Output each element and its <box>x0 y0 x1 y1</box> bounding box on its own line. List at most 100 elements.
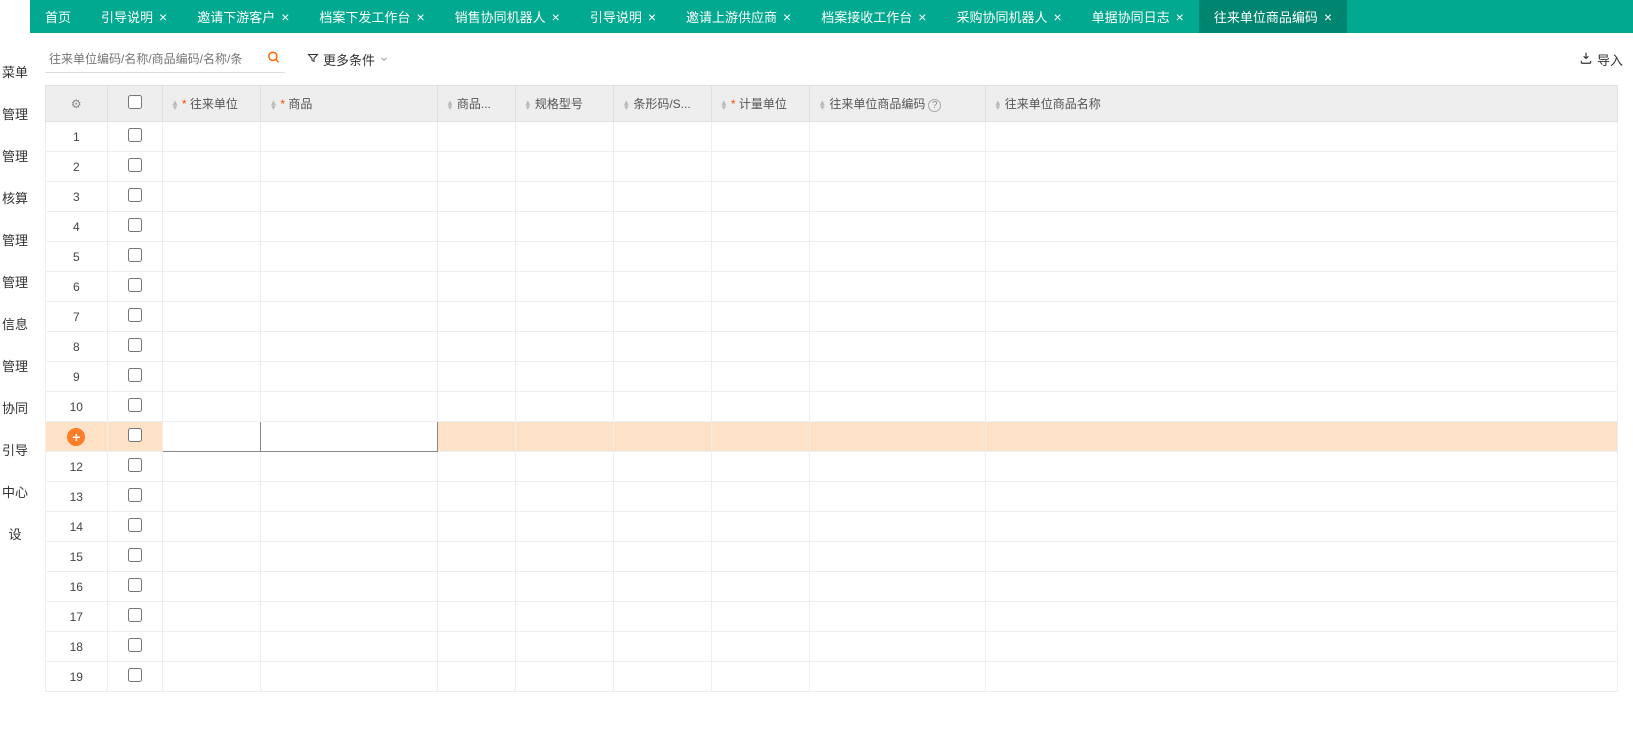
close-icon[interactable]: × <box>1324 10 1332 24</box>
column-header-idx[interactable]: ⚙ <box>46 86 108 122</box>
sidebar-item[interactable]: 核算 <box>0 176 30 218</box>
tab[interactable]: 引导说明× <box>575 0 671 33</box>
sidebar-item[interactable]: 菜单 <box>0 50 30 92</box>
cell-wldw[interactable] <box>162 422 261 452</box>
more-conditions-button[interactable]: 更多条件 <box>307 50 389 69</box>
sidebar-item[interactable]: 信息 <box>0 302 30 344</box>
sidebar-item[interactable]: 管理 <box>0 134 30 176</box>
cell-chk[interactable] <box>107 122 162 152</box>
close-icon[interactable]: × <box>1053 10 1061 24</box>
add-row-button[interactable]: + <box>67 428 85 446</box>
cell-ggxh[interactable] <box>515 422 614 452</box>
row-checkbox[interactable] <box>128 128 142 142</box>
cell-chk[interactable] <box>107 212 162 242</box>
cell-chk[interactable] <box>107 452 162 482</box>
close-icon[interactable]: × <box>552 10 560 24</box>
tab[interactable]: 首页 <box>30 0 86 33</box>
gear-icon[interactable]: ⚙ <box>71 97 82 111</box>
row-checkbox[interactable] <box>128 548 142 562</box>
cell-jldw[interactable] <box>711 422 810 452</box>
cell-chk[interactable] <box>107 272 162 302</box>
sort-icon[interactable]: ▲▼ <box>269 100 277 110</box>
cell-chk[interactable] <box>107 632 162 662</box>
search-icon[interactable] <box>267 51 281 68</box>
row-checkbox[interactable] <box>128 338 142 352</box>
row-checkbox[interactable] <box>128 608 142 622</box>
cell-spfl[interactable] <box>437 422 515 452</box>
row-checkbox[interactable] <box>128 248 142 262</box>
sidebar-item[interactable]: 中心 <box>0 470 30 512</box>
cell-chk[interactable] <box>107 662 162 692</box>
table-row[interactable]: 7 <box>46 302 1618 332</box>
column-header-ggxh[interactable]: ▲▼规格型号 <box>515 86 614 122</box>
cell-sp[interactable] <box>261 422 437 452</box>
sort-icon[interactable]: ▲▼ <box>818 100 826 110</box>
table-row[interactable]: 5 <box>46 242 1618 272</box>
table-row[interactable]: 14 <box>46 512 1618 542</box>
row-checkbox[interactable] <box>128 278 142 292</box>
table-row[interactable]: 2 <box>46 152 1618 182</box>
tab[interactable]: 档案下发工作台× <box>304 0 439 33</box>
cell-chk[interactable] <box>107 482 162 512</box>
sidebar-item[interactable]: 管理 <box>0 218 30 260</box>
table-row[interactable]: 4 <box>46 212 1618 242</box>
close-icon[interactable]: × <box>918 10 926 24</box>
row-checkbox[interactable] <box>128 518 142 532</box>
row-checkbox[interactable] <box>128 638 142 652</box>
cell-txm[interactable] <box>614 422 711 452</box>
row-checkbox[interactable] <box>128 488 142 502</box>
close-icon[interactable]: × <box>648 10 656 24</box>
row-checkbox[interactable] <box>128 668 142 682</box>
table-row[interactable]: 13 <box>46 482 1618 512</box>
sidebar-item[interactable]: 引导 <box>0 428 30 470</box>
sidebar-item[interactable]: 管理 <box>0 344 30 386</box>
tab[interactable]: 往来单位商品编码× <box>1199 0 1347 33</box>
sidebar-item[interactable]: 设 <box>0 512 30 554</box>
table-row[interactable]: 6 <box>46 272 1618 302</box>
close-icon[interactable]: × <box>416 10 424 24</box>
column-header-sp[interactable]: ▲▼* 商品 <box>261 86 437 122</box>
cell-chk[interactable] <box>107 332 162 362</box>
tab[interactable]: 邀请上游供应商× <box>671 0 806 33</box>
row-checkbox[interactable] <box>128 458 142 472</box>
close-icon[interactable]: × <box>159 10 167 24</box>
table-row[interactable]: 12 <box>46 452 1618 482</box>
row-checkbox[interactable] <box>128 158 142 172</box>
close-icon[interactable]: × <box>1176 10 1184 24</box>
cell-chk[interactable] <box>107 242 162 272</box>
row-checkbox[interactable] <box>128 578 142 592</box>
export-button[interactable]: 导入 <box>1579 50 1623 69</box>
row-checkbox[interactable] <box>128 398 142 412</box>
sort-icon[interactable]: ▲▼ <box>524 100 532 110</box>
row-checkbox[interactable] <box>128 218 142 232</box>
row-checkbox[interactable] <box>128 308 142 322</box>
help-icon[interactable]: ? <box>928 99 941 112</box>
column-header-spfl[interactable]: ▲▼商品... <box>437 86 515 122</box>
column-header-jldw[interactable]: ▲▼* 计量单位 <box>711 86 810 122</box>
table-row[interactable]: 18 <box>46 632 1618 662</box>
cell-wlspdm[interactable] <box>810 422 985 452</box>
sort-icon[interactable]: ▲▼ <box>720 100 728 110</box>
table-row[interactable]: 16 <box>46 572 1618 602</box>
close-icon[interactable]: × <box>281 10 289 24</box>
sort-icon[interactable]: ▲▼ <box>171 100 179 110</box>
tab[interactable]: 邀请下游客户× <box>182 0 304 33</box>
close-icon[interactable]: × <box>783 10 791 24</box>
column-header-txm[interactable]: ▲▼条形码/S... <box>614 86 711 122</box>
row-checkbox[interactable] <box>128 428 142 442</box>
cell-chk[interactable] <box>107 572 162 602</box>
tab[interactable]: 引导说明× <box>86 0 182 33</box>
cell-idx[interactable]: + <box>46 422 108 452</box>
table-row[interactable]: 8 <box>46 332 1618 362</box>
sort-icon[interactable]: ▲▼ <box>446 100 454 110</box>
cell-wlspmc[interactable] <box>985 422 1617 452</box>
table-row[interactable]: 17 <box>46 602 1618 632</box>
table-row[interactable]: 9 <box>46 362 1618 392</box>
table-row[interactable]: 19 <box>46 662 1618 692</box>
search-input[interactable] <box>45 45 285 73</box>
tab[interactable]: 销售协同机器人× <box>440 0 575 33</box>
sort-icon[interactable]: ▲▼ <box>622 100 630 110</box>
cell-chk[interactable] <box>107 512 162 542</box>
tab[interactable]: 采购协同机器人× <box>941 0 1076 33</box>
tab[interactable]: 档案接收工作台× <box>806 0 941 33</box>
